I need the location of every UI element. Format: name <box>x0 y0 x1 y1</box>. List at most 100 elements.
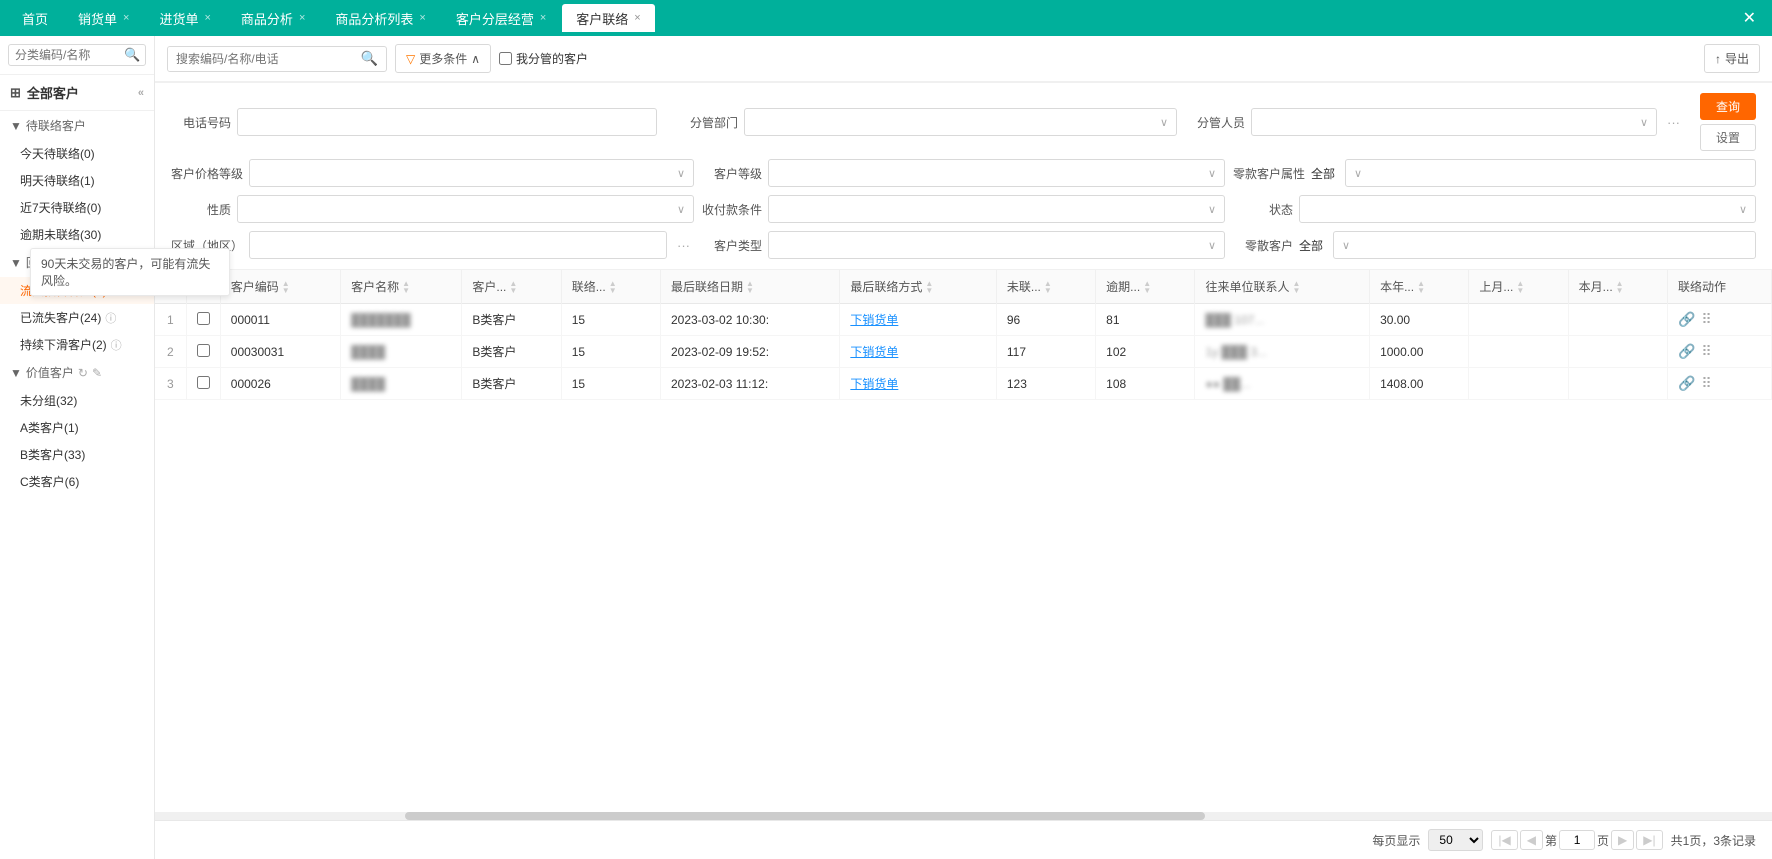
sort-icon-uncontacted[interactable]: ▲▼ <box>1044 280 1052 294</box>
per-page-select[interactable]: 50 20 100 <box>1428 829 1483 851</box>
sidebar-section-pending[interactable]: ▼ 待联络客户 <box>0 111 154 140</box>
sidebar-item-churned[interactable]: 已流失客户(24) ⓘ <box>0 304 154 331</box>
row-1-menu-icon[interactable]: ⠿ <box>1701 311 1711 328</box>
filter-panel: 电话号码 分管部门 ∨ 分管人员 ∨ ··· <box>155 82 1772 270</box>
filter-row-3: 性质 ∨ 收付款条件 ∨ 状态 <box>171 195 1756 223</box>
sidebar-item-ungroup[interactable]: 未分组(32) <box>0 387 154 414</box>
tab-analysis-list[interactable]: 商品分析列表 × <box>321 4 439 32</box>
sidebar-item-overdue-pending[interactable]: 逾期未联络(30) <box>0 221 154 248</box>
sort-icon-contacts[interactable]: ▲▼ <box>609 280 617 294</box>
sidebar-collapse-icon[interactable]: « <box>138 87 144 99</box>
tab-analysis[interactable]: 商品分析 × <box>227 4 319 32</box>
sort-icon-year[interactable]: ▲▼ <box>1417 280 1425 294</box>
row-2-menu-icon[interactable]: ⠿ <box>1701 343 1711 360</box>
settings-button[interactable]: 设置 <box>1700 124 1756 151</box>
row-2-checkbox[interactable] <box>197 344 210 357</box>
total-info: 共1页，3条记录 <box>1671 832 1756 849</box>
row-2-link-icon[interactable]: 🔗 <box>1678 343 1695 360</box>
row-1-current-month <box>1568 304 1667 336</box>
filter-customer-level: 客户等级 ∨ <box>702 159 1225 187</box>
first-page-btn[interactable]: |◀ <box>1491 830 1517 850</box>
sidebar-item-b-class[interactable]: B类客户(33) <box>0 441 154 468</box>
row-1-checkbox[interactable] <box>197 312 210 325</box>
query-button[interactable]: 查询 <box>1700 93 1756 120</box>
my-customers-checkbox[interactable] <box>499 52 512 65</box>
row-3-menu-icon[interactable]: ⠿ <box>1701 375 1711 392</box>
row-3-method-link[interactable]: 下销货单 <box>850 377 898 391</box>
tab-sales[interactable]: 销货单 × <box>64 4 143 32</box>
tab-analysis-list-close[interactable]: × <box>419 12 425 24</box>
table-row: 2 00030031 ████ B类客户 15 2023-02-09 19:52… <box>155 336 1772 368</box>
sidebar-section-value[interactable]: ▼ 价值客户 ↻ ✎ <box>0 358 154 387</box>
sort-icon-date[interactable]: ▲▼ <box>746 280 754 294</box>
filter-zero-attr: 零款客户属性 全部 ∨ <box>1233 159 1756 187</box>
tab-customer-layer-close[interactable]: × <box>540 12 546 24</box>
tab-customer-contact[interactable]: 客户联络 × <box>562 4 654 32</box>
tab-analysis-close[interactable]: × <box>299 12 305 24</box>
filter-region-more[interactable]: ··· <box>673 238 694 253</box>
row-1-year: 30.00 <box>1370 304 1469 336</box>
sort-icon-method[interactable]: ▲▼ <box>925 280 933 294</box>
value-refresh-icon[interactable]: ↻ <box>78 366 88 380</box>
tab-purchase-close[interactable]: × <box>204 12 210 24</box>
scroll-thumb[interactable] <box>405 812 1205 820</box>
sidebar-all-customers[interactable]: ⊞ 全部客户 « <box>0 75 154 111</box>
filter-zero-attr-select[interactable]: ∨ <box>1345 159 1756 187</box>
row-1-method-link[interactable]: 下销货单 <box>850 313 898 327</box>
tab-home[interactable]: 首页 <box>8 4 62 32</box>
sort-icon-name[interactable]: ▲▼ <box>402 280 410 294</box>
sidebar-item-today-pending[interactable]: 今天待联络(0) <box>0 140 154 167</box>
col-customer-code: 客户编码 ▲▼ <box>220 270 340 304</box>
sidebar-item-c-class[interactable]: C类客户(6) <box>0 468 154 495</box>
filter-customer-level-select[interactable]: ∨ <box>768 159 1225 187</box>
sort-icon-last-month[interactable]: ▲▼ <box>1516 280 1524 294</box>
row-1-link-icon[interactable]: 🔗 <box>1678 311 1695 328</box>
payment-arrow: ∨ <box>1208 203 1216 216</box>
tab-purchase[interactable]: 进货单 × <box>145 4 224 32</box>
window-close-button[interactable]: ✕ <box>1735 8 1764 28</box>
row-2-method-link[interactable]: 下销货单 <box>850 345 898 359</box>
sort-icon-type[interactable]: ▲▼ <box>509 280 517 294</box>
filter-zero-customer-select[interactable]: ∨ <box>1333 231 1756 259</box>
value-edit-icon[interactable]: ✎ <box>92 366 102 380</box>
filter-phone-input[interactable] <box>237 108 657 136</box>
filter-payment-select[interactable]: ∨ <box>768 195 1225 223</box>
row-1-actions: 🔗 ⠿ <box>1667 304 1771 336</box>
more-filters-button[interactable]: ▽ 更多条件 ∧ <box>395 44 491 73</box>
nature-arrow: ∨ <box>677 203 685 216</box>
sort-icon-overdue[interactable]: ▲▼ <box>1143 280 1151 294</box>
next-page-btn[interactable]: ▶ <box>1611 830 1634 850</box>
tab-sales-close[interactable]: × <box>123 12 129 24</box>
sidebar-item-7days-pending[interactable]: 近7天待联络(0) <box>0 194 154 221</box>
export-button[interactable]: ↑ 导出 <box>1704 44 1760 73</box>
filter-customer-type-select[interactable]: ∨ <box>768 231 1225 259</box>
main-search-input[interactable] <box>168 47 353 71</box>
filter-zero-customer: 零散客户 全部 ∨ <box>1233 231 1756 259</box>
table-body: 1 000011 ███████ B类客户 15 2023-03-02 10:3… <box>155 304 1772 400</box>
row-3-link-icon[interactable]: 🔗 <box>1678 375 1695 392</box>
horizontal-scrollbar[interactable] <box>155 812 1772 820</box>
filter-dept-select[interactable]: ∨ <box>744 108 1177 136</box>
sidebar-item-a-class[interactable]: A类客户(1) <box>0 414 154 441</box>
sidebar-item-declining[interactable]: 持续下滑客户(2) ⓘ <box>0 331 154 358</box>
filter-status-select[interactable]: ∨ <box>1299 195 1756 223</box>
sidebar-item-tomorrow-pending[interactable]: 明天待联络(1) <box>0 167 154 194</box>
filter-person-select[interactable]: ∨ <box>1251 108 1657 136</box>
tab-customer-layer[interactable]: 客户分层经营 × <box>442 4 560 32</box>
row-3-checkbox[interactable] <box>197 376 210 389</box>
last-page-btn[interactable]: ▶| <box>1636 830 1662 850</box>
sort-icon-person[interactable]: ▲▼ <box>1292 280 1300 294</box>
filter-region-select[interactable] <box>249 231 667 259</box>
prev-page-btn[interactable]: ◀ <box>1520 830 1543 850</box>
filter-nature-select[interactable]: ∨ <box>237 195 694 223</box>
sort-icon-current-month[interactable]: ▲▼ <box>1616 280 1624 294</box>
filter-price-level-select[interactable]: ∨ <box>249 159 694 187</box>
sort-icon-code[interactable]: ▲▼ <box>282 280 290 294</box>
tab-customer-contact-close[interactable]: × <box>634 12 640 24</box>
my-customers-checkbox-label[interactable]: 我分管的客户 <box>499 50 588 67</box>
filter-person-more[interactable]: ··· <box>1663 115 1684 130</box>
row-1-contacts: 15 <box>561 304 660 336</box>
page-number-input[interactable] <box>1559 830 1595 850</box>
col-actions: 联络动作 <box>1667 270 1771 304</box>
main-search-button[interactable]: 🔍 <box>353 50 386 67</box>
